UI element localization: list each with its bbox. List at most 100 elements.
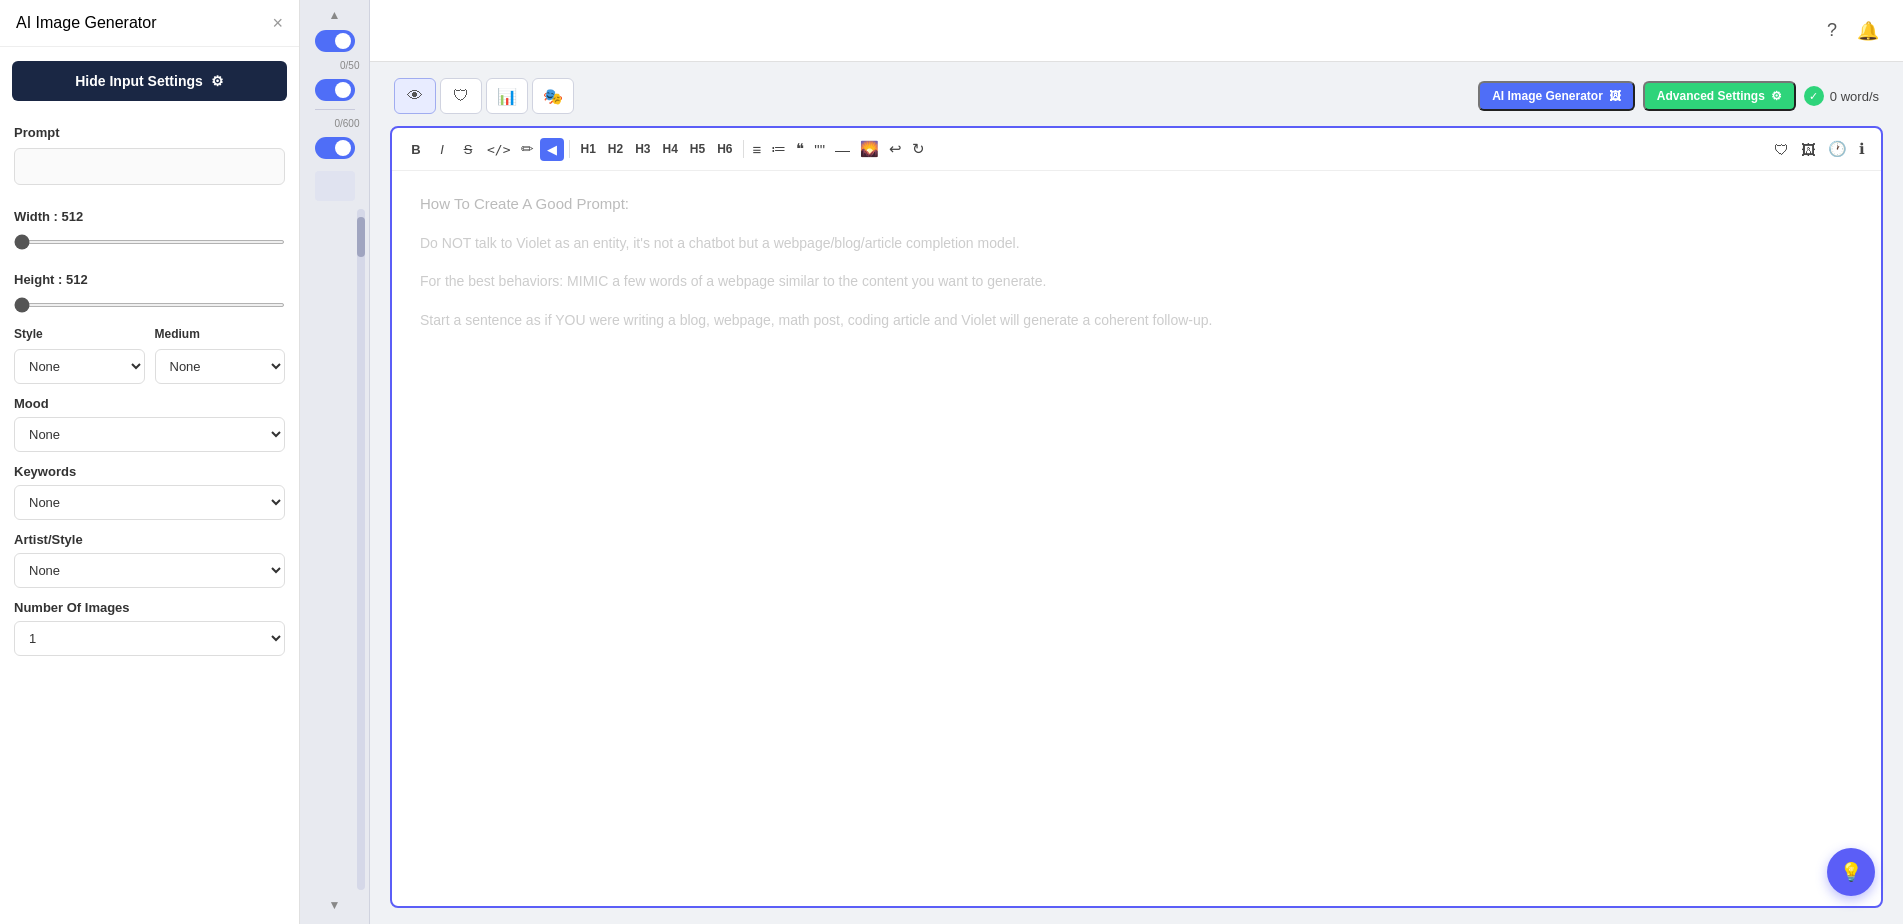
h1-button[interactable]: H1	[575, 138, 600, 160]
width-slider[interactable]	[14, 240, 285, 244]
sidebar-close-button[interactable]: ×	[272, 14, 283, 32]
sidebar: AI Image Generator × Hide Input Settings…	[0, 0, 300, 924]
notification-button[interactable]: 🔔	[1853, 16, 1883, 46]
right-fmt-icons: 🛡 🖼 🕐 ℹ	[1770, 136, 1869, 162]
h5-button[interactable]: H5	[685, 138, 710, 160]
prompt-input[interactable]	[14, 148, 285, 185]
image-fmt-button[interactable]: 🖼	[1797, 136, 1820, 162]
editor-hint-1: Do NOT talk to Violet as an entity, it's…	[420, 232, 1853, 254]
medium-label: Medium	[155, 327, 286, 341]
history-fmt-button[interactable]: 🕐	[1824, 136, 1851, 162]
style-label: Style	[14, 327, 145, 341]
mask-icon: 🎭	[543, 87, 563, 106]
keywords-select[interactable]: None	[14, 485, 285, 520]
side-scrollbar-thumb[interactable]	[357, 217, 365, 257]
scroll-up-arrow[interactable]: ▲	[329, 8, 341, 22]
shield-fmt-button[interactable]: 🛡	[1770, 136, 1793, 162]
prompt-label: Prompt	[14, 125, 285, 140]
editor-hint-3: Start a sentence as if YOU were writing …	[420, 309, 1853, 331]
toggle-switch-3[interactable]	[315, 137, 355, 159]
height-section: Height : 512	[0, 262, 299, 321]
bold-button[interactable]: B	[404, 138, 428, 161]
secondary-toolbar: 👁 🛡 📊 🎭 AI Image Generator 🖼 Ad	[390, 78, 1883, 114]
side-divider-1	[315, 109, 355, 110]
editor-hint-2: For the best behaviors: MIMIC a few word…	[420, 270, 1853, 292]
editor-prompt-title: How To Create A Good Prompt:	[420, 195, 1853, 212]
mood-label: Mood	[14, 396, 285, 411]
toggle-1	[310, 30, 360, 52]
h3-button[interactable]: H3	[630, 138, 655, 160]
lightbulb-icon: 💡	[1840, 861, 1862, 883]
word-count-badge: ✓ 0 word/s	[1804, 86, 1879, 106]
counter-1: 0/50	[310, 60, 360, 71]
num-images-select[interactable]: 1	[14, 621, 285, 656]
side-scrollbar-area	[300, 209, 369, 890]
fab-button[interactable]: 💡	[1827, 848, 1875, 896]
tab-shield[interactable]: 🛡	[440, 78, 482, 114]
h2-button[interactable]: H2	[603, 138, 628, 160]
ai-badge-label: AI Image Generator	[1492, 89, 1603, 103]
style-col: Style None	[14, 327, 145, 384]
gear-icon: ⚙	[211, 73, 224, 89]
code-button[interactable]: </>	[482, 138, 515, 161]
ai-image-generator-badge[interactable]: AI Image Generator 🖼	[1478, 81, 1635, 111]
style-select[interactable]: None	[14, 349, 145, 384]
hr-button[interactable]: —	[831, 137, 854, 162]
sidebar-title: AI Image Generator	[16, 14, 157, 32]
right-badges: AI Image Generator 🖼 Advanced Settings ⚙…	[1478, 81, 1879, 111]
counter-2: 0/600	[310, 118, 360, 129]
fmt-sep-1	[569, 140, 570, 158]
redo-button[interactable]: ↻	[908, 136, 929, 162]
mood-section: Mood None	[0, 390, 299, 458]
bell-icon: 🔔	[1857, 21, 1879, 41]
eye-icon: 👁	[407, 87, 423, 105]
quote2-button[interactable]: ""	[810, 137, 829, 162]
advanced-settings-badge[interactable]: Advanced Settings ⚙	[1643, 81, 1796, 111]
editor-area: 👁 🛡 📊 🎭 AI Image Generator 🖼 Ad	[370, 62, 1903, 924]
italic-button[interactable]: I	[430, 138, 454, 161]
topbar: ? 🔔	[370, 0, 1903, 62]
hide-settings-button[interactable]: Hide Input Settings ⚙	[12, 61, 287, 101]
help-button[interactable]: ?	[1823, 16, 1841, 45]
toggle-2	[310, 79, 360, 101]
side-panel: ▲ 0/50 0/600 ▼	[300, 0, 370, 924]
artist-style-select[interactable]: None	[14, 553, 285, 588]
medium-select[interactable]: None	[155, 349, 286, 384]
advanced-badge-label: Advanced Settings	[1657, 89, 1765, 103]
h6-button[interactable]: H6	[712, 138, 737, 160]
highlight-button[interactable]: ◀	[540, 138, 564, 161]
scroll-down-arrow[interactable]: ▼	[329, 898, 341, 912]
tab-preview[interactable]: 👁	[394, 78, 436, 114]
ul-button[interactable]: ≡	[749, 137, 766, 162]
toggle-switch-2[interactable]	[315, 79, 355, 101]
tab-icon-group: 👁 🛡 📊 🎭	[394, 78, 574, 114]
tab-mask[interactable]: 🎭	[532, 78, 574, 114]
num-images-label: Number Of Images	[14, 600, 285, 615]
info-fmt-button[interactable]: ℹ	[1855, 136, 1869, 162]
check-circle-icon: ✓	[1804, 86, 1824, 106]
shield-icon: 🛡	[453, 87, 469, 105]
pen-button[interactable]: ✏	[517, 136, 538, 162]
width-label: Width : 512	[14, 209, 285, 224]
main-area: ? 🔔 👁 🛡 📊 🎭	[370, 0, 1903, 924]
chart-icon: 📊	[497, 87, 517, 106]
h4-button[interactable]: H4	[658, 138, 683, 160]
prompt-section: Prompt	[0, 115, 299, 195]
toggle-switch-1[interactable]	[315, 30, 355, 52]
blockquote-button[interactable]: ❝	[792, 136, 808, 162]
keywords-label: Keywords	[14, 464, 285, 479]
mood-select[interactable]: None	[14, 417, 285, 452]
strikethrough-button[interactable]: S	[456, 138, 480, 161]
artist-style-section: Artist/Style None	[0, 526, 299, 594]
height-label: Height : 512	[14, 272, 285, 287]
height-slider[interactable]	[14, 303, 285, 307]
editor-panel: B I S </> ✏ ◀ H1 H2 H3 H4 H5 H6 ≡ ≔ ❝ ""…	[390, 126, 1883, 908]
num-images-section: Number Of Images 1	[0, 594, 299, 662]
question-icon: ?	[1827, 20, 1837, 40]
tab-chart[interactable]: 📊	[486, 78, 528, 114]
undo-button[interactable]: ↩	[885, 136, 906, 162]
image-insert-button[interactable]: 🌄	[856, 136, 883, 162]
editor-content[interactable]: How To Create A Good Prompt: Do NOT talk…	[392, 171, 1881, 906]
fmt-sep-2	[743, 140, 744, 158]
ol-button[interactable]: ≔	[767, 136, 790, 162]
